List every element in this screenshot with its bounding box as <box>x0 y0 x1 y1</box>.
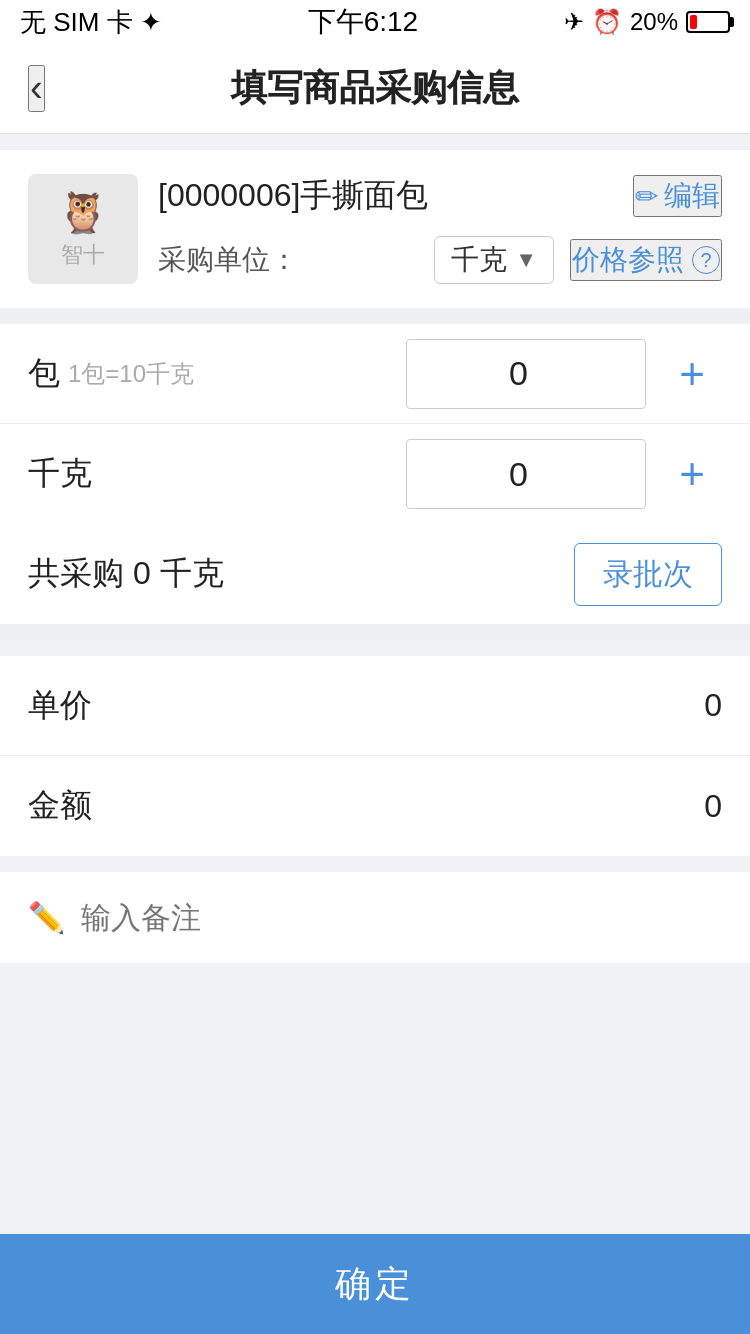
batch-button[interactable]: 录批次 <box>574 543 722 606</box>
location-icon: ✈ <box>564 8 584 36</box>
product-info: [0000006]手撕面包 ✏ 编辑 采购单位： 千克 ▼ 价格参照 ? <box>158 174 722 284</box>
total-unit: 千克 <box>160 555 224 591</box>
divider-1 <box>0 308 750 324</box>
total-label: 共采购 0 千克 <box>28 552 224 596</box>
alarm-icon: ⏰ <box>592 8 622 36</box>
bag-plus-button[interactable]: + <box>662 344 722 404</box>
total-row: 共采购 0 千克 录批次 <box>0 524 750 624</box>
notes-section: ✏️ <box>0 872 750 963</box>
dropdown-arrow-icon: ▼ <box>515 247 537 273</box>
price-section: 单价 0 金额 0 <box>0 656 750 856</box>
amount-value: 0 <box>704 788 722 825</box>
edit-label: 编辑 <box>664 177 720 215</box>
pencil-icon: ✏️ <box>28 900 65 935</box>
kg-row: 千克 + <box>0 424 750 524</box>
header: ‹ 填写商品采购信息 <box>0 44 750 134</box>
unit-selector[interactable]: 千克 ▼ <box>434 236 554 284</box>
unit-price-value: 0 <box>704 687 722 724</box>
divider-2 <box>0 624 750 640</box>
battery-text: 20% <box>630 8 678 36</box>
edit-icon: ✏ <box>635 180 658 213</box>
bag-label: 包 <box>28 352 60 396</box>
kg-plus-button[interactable]: + <box>662 444 722 504</box>
unit-price-row: 单价 0 <box>0 656 750 756</box>
unit-value: 千克 <box>451 241 507 279</box>
status-right: ✈ ⏰ 20% <box>564 8 730 36</box>
status-left: 无 SIM 卡 ✦ <box>20 5 162 40</box>
amount-label: 金额 <box>28 784 92 828</box>
edit-button[interactable]: ✏ 编辑 <box>633 175 722 217</box>
price-ref-label: 价格参照 <box>572 241 684 279</box>
product-card: 🦉 智十 [0000006]手撕面包 ✏ 编辑 采购单位： 千克 ▼ 价格参照 … <box>0 150 750 308</box>
notes-input[interactable] <box>81 901 722 935</box>
status-time: 下午6:12 <box>308 3 419 41</box>
page-title: 填写商品采购信息 <box>231 64 519 113</box>
unit-price-label: 单价 <box>28 684 92 728</box>
info-icon: ? <box>692 246 720 274</box>
product-name: [0000006]手撕面包 <box>158 174 428 218</box>
product-thumb-label: 智十 <box>61 240 105 270</box>
purchase-unit-label: 采购单位： <box>158 241 298 279</box>
battery-icon <box>686 11 730 33</box>
price-ref-button[interactable]: 价格参照 ? <box>570 239 722 281</box>
bag-row: 包 1包=10千克 + <box>0 324 750 424</box>
amount-row: 金额 0 <box>0 756 750 856</box>
product-thumb-icon: 🦉 <box>58 189 108 236</box>
back-button[interactable]: ‹ <box>28 65 45 112</box>
kg-quantity-input[interactable] <box>406 439 646 509</box>
empty-content-area <box>0 963 750 1203</box>
kg-label: 千克 <box>28 452 92 496</box>
status-bar: 无 SIM 卡 ✦ 下午6:12 ✈ ⏰ 20% <box>0 0 750 44</box>
bag-unit-label: 1包=10千克 <box>68 358 194 390</box>
confirm-button[interactable]: 确定 <box>0 1234 750 1334</box>
quantity-form-section: 包 1包=10千克 + 千克 + <box>0 324 750 524</box>
product-thumbnail: 🦉 智十 <box>28 174 138 284</box>
bag-quantity-input[interactable] <box>406 339 646 409</box>
total-value: 0 <box>133 555 151 591</box>
sim-status: 无 SIM 卡 ✦ <box>20 5 162 40</box>
